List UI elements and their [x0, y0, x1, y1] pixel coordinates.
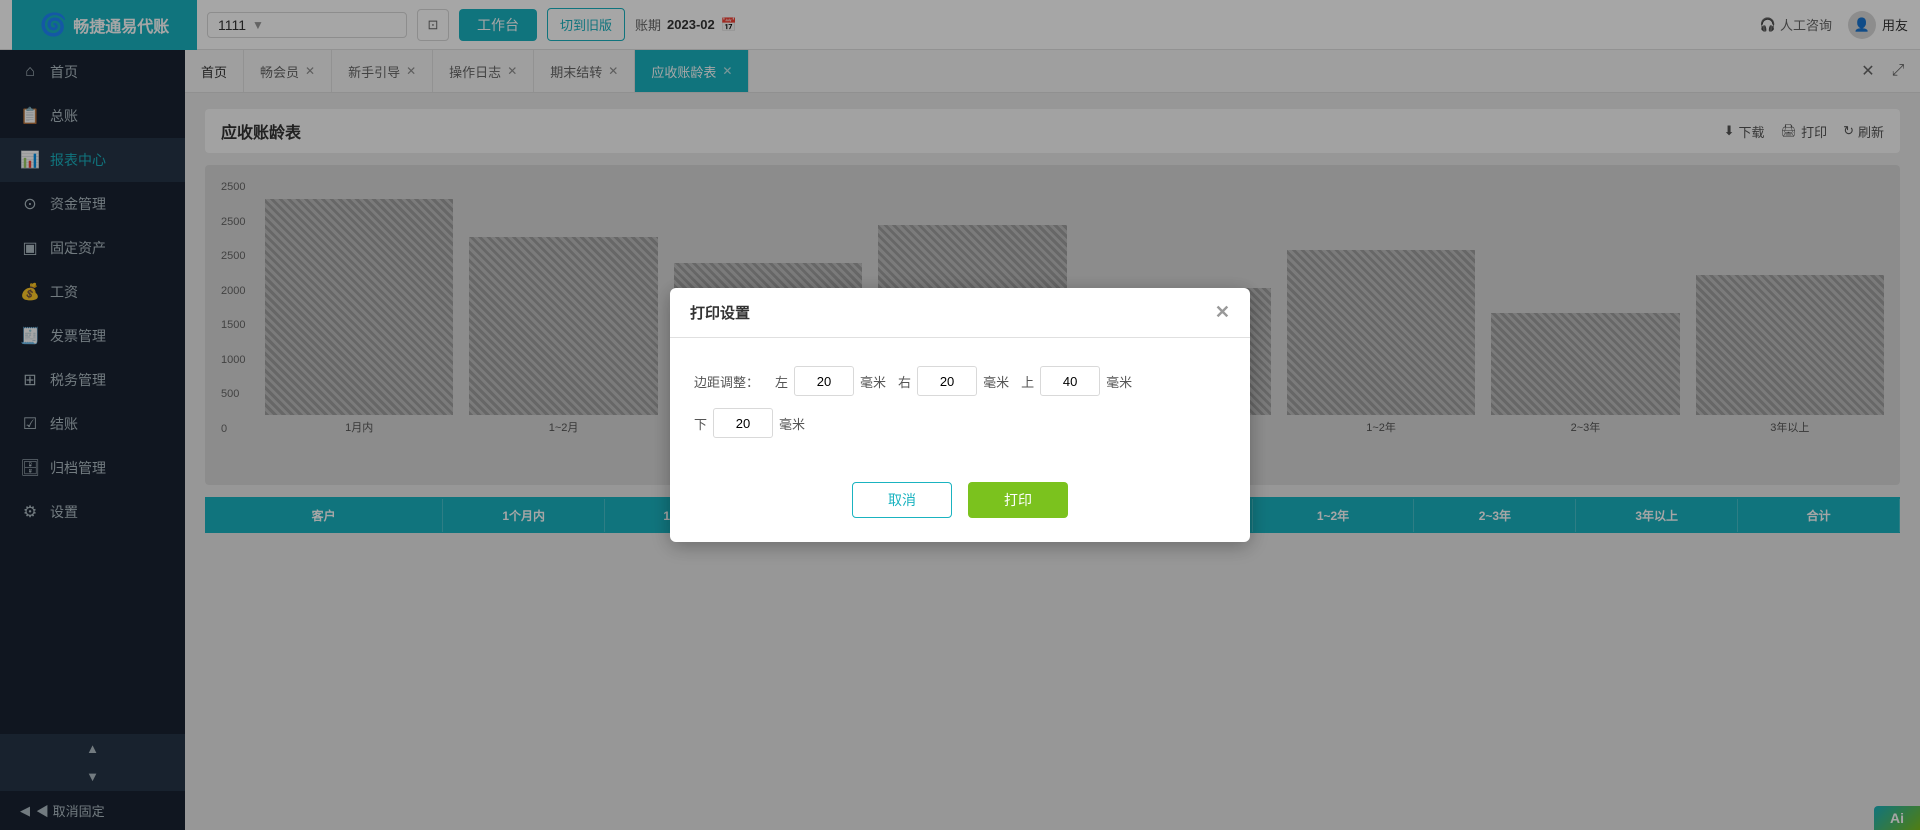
margin-label: 边距调整：	[694, 372, 759, 391]
margin-bottom-input[interactable]	[713, 408, 773, 438]
modal-close-button[interactable]: ✕	[1215, 302, 1230, 323]
left-unit: 毫米	[860, 372, 886, 391]
margin-bottom-group: 下 毫米	[694, 408, 805, 438]
margin-right-group: 右 毫米	[898, 366, 1009, 396]
margin-left-group: 左 毫米	[775, 366, 886, 396]
margin-top-group: 上 毫米	[1021, 366, 1132, 396]
cancel-button[interactable]: 取消	[852, 482, 952, 518]
modal-footer: 取消 打印	[670, 466, 1250, 542]
modal-title: 打印设置	[690, 302, 750, 323]
modal-overlay: 打印设置 ✕ 边距调整： 左 毫米 右 毫米 上 毫米	[0, 0, 1920, 830]
margin-top-input[interactable]	[1040, 366, 1100, 396]
margin-left-input[interactable]	[794, 366, 854, 396]
print-dialog: 打印设置 ✕ 边距调整： 左 毫米 右 毫米 上 毫米	[670, 288, 1250, 542]
top-unit: 毫米	[1106, 372, 1132, 391]
modal-header: 打印设置 ✕	[670, 288, 1250, 338]
left-label: 左	[775, 372, 788, 391]
right-label: 右	[898, 372, 911, 391]
modal-body: 边距调整： 左 毫米 右 毫米 上 毫米 下	[670, 338, 1250, 466]
bottom-unit: 毫米	[779, 414, 805, 433]
bottom-label: 下	[694, 414, 707, 433]
top-label: 上	[1021, 372, 1034, 391]
print-button[interactable]: 打印	[968, 482, 1068, 518]
margin-right-input[interactable]	[917, 366, 977, 396]
margin-settings-row: 边距调整： 左 毫米 右 毫米 上 毫米 下	[694, 366, 1226, 438]
right-unit: 毫米	[983, 372, 1009, 391]
